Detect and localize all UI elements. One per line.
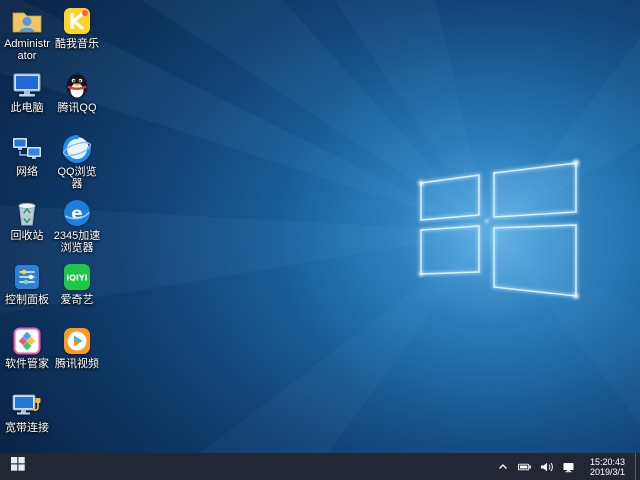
taskbar-clock[interactable]: 15:20:43 2019/3/1 [584, 457, 631, 477]
desktop-icon-label: 2345加速浏览器 [53, 230, 101, 254]
software-box-icon [11, 325, 43, 357]
desktop-icon-label: 宽带连接 [5, 422, 49, 434]
desktop-icon-label: 爱奇艺 [60, 294, 94, 306]
show-desktop-button[interactable] [635, 453, 640, 480]
user-folder-icon [11, 5, 43, 37]
desktop-icon-software-manager[interactable]: 软件管家 [2, 325, 52, 389]
tencent-video-icon [61, 325, 93, 357]
network-tray-icon[interactable] [562, 453, 576, 480]
kuwo-music-icon [61, 5, 93, 37]
windows-start-icon [11, 457, 25, 476]
desktop-icon-label: 腾讯QQ [57, 102, 97, 114]
desktop-icon-this-pc[interactable]: 此电脑 [2, 69, 52, 133]
desktop-icon-tencent-video[interactable]: 腾讯视频 [52, 325, 102, 389]
desktop-icon-recycle-bin[interactable]: 回收站 [2, 197, 52, 261]
desktop-icon-administrator[interactable]: Administrator [2, 5, 52, 69]
broadband-icon [11, 389, 43, 421]
volume-icon[interactable] [540, 453, 554, 480]
desktop-icon-label: 此电脑 [10, 102, 44, 114]
svg-text:e: e [71, 204, 83, 224]
desktop-icon-network[interactable]: 网络 [2, 133, 52, 197]
iqiyi-icon: iQIYI [61, 261, 93, 293]
network-icon [11, 133, 43, 165]
desktop-icon-label: QQ浏览器 [57, 166, 97, 190]
system-tray: 15:20:43 2019/3/1 [492, 453, 635, 480]
desktop-icon-2345-browser[interactable]: e 2345加速浏览器 [52, 197, 102, 261]
qq-browser-icon [61, 133, 93, 165]
taskbar-empty-area[interactable] [36, 453, 492, 480]
taskbar: 15:20:43 2019/3/1 [0, 453, 640, 480]
start-button[interactable] [0, 453, 36, 480]
desktop-icon-label: 酷我音乐 [55, 38, 99, 50]
desktop: Administrator 酷我音乐 此电脑 腾讯QQ 网络 QQ浏览器 回收站… [0, 0, 640, 453]
desktop-icon-label: 网络 [16, 166, 38, 178]
desktop-icon-label: Administrator [4, 38, 50, 62]
desktop-icon-grid: Administrator 酷我音乐 此电脑 腾讯QQ 网络 QQ浏览器 回收站… [2, 5, 102, 453]
control-panel-icon [11, 261, 43, 293]
browser-e-icon: e [61, 197, 93, 229]
battery-icon[interactable] [517, 453, 532, 480]
desktop-icon-label: 控制面板 [5, 294, 49, 306]
qq-penguin-icon [61, 69, 93, 101]
desktop-icon-broadband[interactable]: 宽带连接 [2, 389, 52, 453]
desktop-icon-qq-browser[interactable]: QQ浏览器 [52, 133, 102, 197]
desktop-icon-iqiyi[interactable]: iQIYI 爱奇艺 [52, 261, 102, 325]
svg-text:iQIYI: iQIYI [66, 274, 87, 283]
recycle-bin-icon [11, 197, 43, 229]
desktop-icon-label: 软件管家 [5, 358, 49, 370]
desktop-icon-label: 回收站 [10, 230, 44, 242]
desktop-icon-label: 腾讯视频 [55, 358, 99, 370]
clock-date: 2019/3/1 [589, 466, 625, 477]
clock-time: 15:20:43 [589, 456, 625, 467]
desktop-icon-control-panel[interactable]: 控制面板 [2, 261, 52, 325]
desktop-icon-tencent-qq[interactable]: 腾讯QQ [52, 69, 102, 133]
chevron-up-icon[interactable] [496, 453, 510, 480]
desktop-icon-kuwo-music[interactable]: 酷我音乐 [52, 5, 102, 69]
computer-icon [11, 69, 43, 101]
